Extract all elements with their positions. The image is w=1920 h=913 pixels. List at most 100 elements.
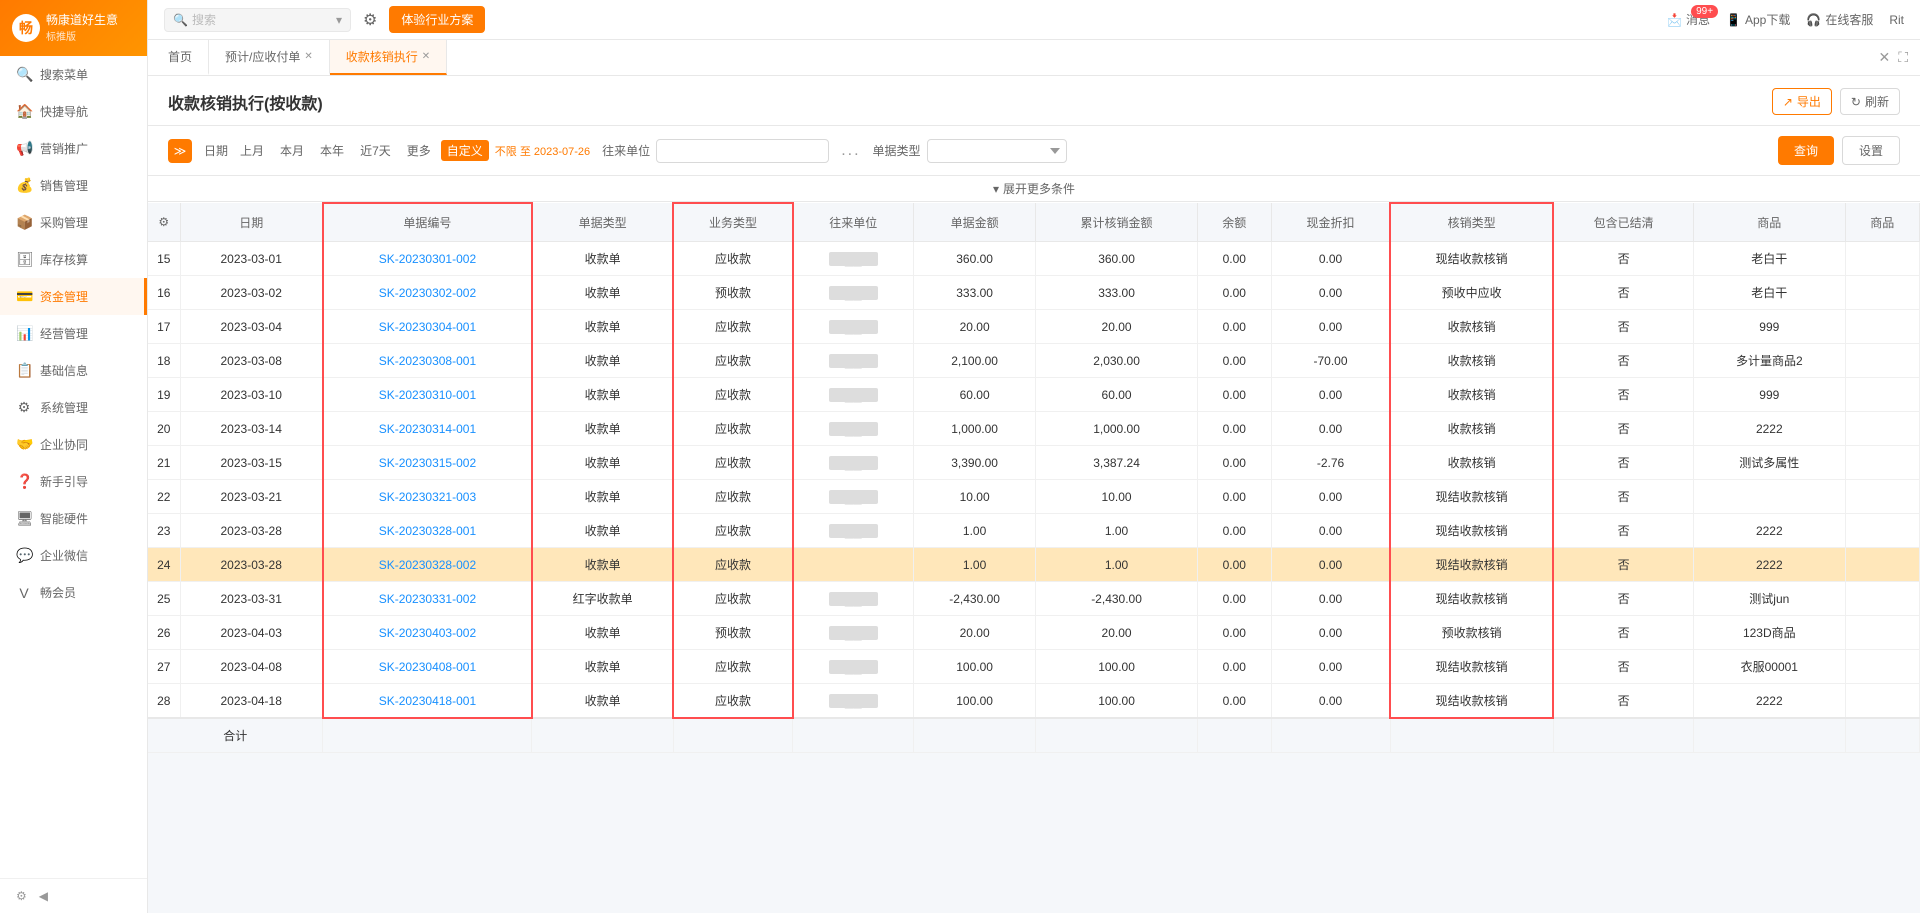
maximize-icon[interactable]: ⛶ bbox=[1898, 49, 1908, 66]
cell-product2 bbox=[1845, 276, 1919, 310]
custom-date-btn[interactable]: 自定义 bbox=[441, 140, 489, 161]
collapse-icon[interactable]: ◀ bbox=[39, 889, 48, 903]
sidebar-item-guide[interactable]: ❓新手引导 bbox=[0, 463, 147, 500]
industry-solution-button[interactable]: 体验行业方案 bbox=[389, 6, 485, 33]
cell-biz-type: 应收款 bbox=[673, 684, 793, 719]
bill-type-filter-group: 单据类型 bbox=[873, 139, 1067, 163]
sidebar-item-purchase[interactable]: 📦采购管理 bbox=[0, 204, 147, 241]
bill-no-link[interactable]: SK-20230331-002 bbox=[379, 592, 476, 606]
cell-biz-type: 应收款 bbox=[673, 650, 793, 684]
bill-type-select[interactable] bbox=[927, 139, 1067, 163]
main-content: 🔍 ▾ ⚙ 体验行业方案 📩 消息 99+ 📱 App下载 🎧 在线客服 Rit… bbox=[148, 0, 1920, 913]
bill-no-link[interactable]: SK-20230315-002 bbox=[379, 456, 476, 470]
partner-input[interactable] bbox=[656, 139, 829, 163]
footer-biz-type bbox=[673, 718, 793, 753]
col-header-verify-amount: 累计核销金额 bbox=[1036, 203, 1197, 242]
search-input[interactable] bbox=[192, 13, 332, 27]
cell-product2 bbox=[1845, 378, 1919, 412]
last-7days-btn[interactable]: 近7天 bbox=[354, 140, 397, 161]
sidebar-item-system[interactable]: ⚙系统管理 bbox=[0, 389, 147, 426]
setting-button[interactable]: 设置 bbox=[1842, 136, 1900, 165]
bill-no-link[interactable]: SK-20230408-001 bbox=[379, 660, 476, 674]
footer-bill-type bbox=[532, 718, 673, 753]
bill-no-link[interactable]: SK-20230302-002 bbox=[379, 286, 476, 300]
cell-partner: ██ bbox=[793, 650, 913, 684]
cell-partner: ██ bbox=[793, 582, 913, 616]
cell-date: 2023-03-14 bbox=[180, 412, 323, 446]
cell-biz-type: 应收款 bbox=[673, 378, 793, 412]
filter-toggle-button[interactable]: ≫ bbox=[168, 139, 192, 163]
cell-cash-discount: -70.00 bbox=[1271, 344, 1390, 378]
logo-icon: 畅 bbox=[12, 14, 40, 42]
sidebar-item-wechat[interactable]: 💬企业微信 bbox=[0, 537, 147, 574]
close-tab-icon[interactable]: ✕ bbox=[1878, 49, 1890, 66]
sidebar-item-hardware[interactable]: 🖥智能硬件 bbox=[0, 500, 147, 537]
cell-partner: ██ bbox=[793, 310, 913, 344]
filter-bar: ≫ 日期 上月 本月 本年 近7天 更多 自定义 不限 至 2023-07-26… bbox=[148, 126, 1920, 176]
table-row: 28 2023-04-18 SK-20230418-001 收款单 应收款 ██… bbox=[148, 684, 1920, 719]
cell-verify-amount: 10.00 bbox=[1036, 480, 1197, 514]
bill-no-link[interactable]: SK-20230328-002 bbox=[379, 558, 476, 572]
col-header-settings[interactable]: ⚙ bbox=[148, 203, 180, 242]
tab-verify[interactable]: 收款核销执行 ✕ bbox=[330, 40, 447, 75]
bill-no-link[interactable]: SK-20230304-001 bbox=[379, 320, 476, 334]
gear-icon[interactable]: ⚙ bbox=[363, 10, 377, 30]
dropdown-icon[interactable]: ▾ bbox=[336, 13, 342, 27]
tab-home[interactable]: 首页 bbox=[148, 40, 209, 75]
sidebar-item-cooperation[interactable]: 🤝企业协同 bbox=[0, 426, 147, 463]
bill-no-link[interactable]: SK-20230308-001 bbox=[379, 354, 476, 368]
sidebar-item-marketing[interactable]: 📢营销推广 bbox=[0, 130, 147, 167]
sidebar-item-search[interactable]: 🔍搜索菜单 bbox=[0, 56, 147, 93]
more-date-btn[interactable]: 更多 bbox=[401, 140, 437, 161]
tab-close-verify[interactable]: ✕ bbox=[422, 51, 430, 62]
tab-receivable[interactable]: 预计/应收付单 ✕ bbox=[209, 40, 330, 75]
sidebar-item-inventory[interactable]: 🗄库存核算 bbox=[0, 241, 147, 278]
cell-balance: 0.00 bbox=[1197, 480, 1271, 514]
inventory-icon: 🗄 bbox=[16, 251, 32, 268]
sidebar-item-finance[interactable]: 💳资金管理 bbox=[0, 278, 147, 315]
cell-verify-type: 现结收款核销 bbox=[1390, 548, 1553, 582]
this-month-btn[interactable]: 本月 bbox=[274, 140, 310, 161]
bill-no-link[interactable]: SK-20230310-001 bbox=[379, 388, 476, 402]
cell-date: 2023-04-08 bbox=[180, 650, 323, 684]
cell-no: 17 bbox=[148, 310, 180, 344]
refresh-icon: ↻ bbox=[1851, 95, 1861, 109]
col-header-bill-no: 单据编号 bbox=[323, 203, 532, 242]
cell-partner: ██ bbox=[793, 412, 913, 446]
this-year-btn[interactable]: 本年 bbox=[314, 140, 350, 161]
message-button[interactable]: 📩 消息 99+ bbox=[1667, 11, 1710, 28]
footer-bill-no bbox=[323, 718, 532, 753]
cell-biz-type: 应收款 bbox=[673, 514, 793, 548]
user-account[interactable]: Rit bbox=[1889, 13, 1904, 27]
tab-close-receivable[interactable]: ✕ bbox=[304, 51, 312, 62]
sidebar-item-vip[interactable]: V畅会员 bbox=[0, 574, 147, 611]
bill-no-link[interactable]: SK-20230321-003 bbox=[379, 490, 476, 504]
sidebar-item-basic[interactable]: 📋基础信息 bbox=[0, 352, 147, 389]
bill-no-link[interactable]: SK-20230314-001 bbox=[379, 422, 476, 436]
cell-bill-amount: 10.00 bbox=[913, 480, 1036, 514]
bill-no-link[interactable]: SK-20230328-001 bbox=[379, 524, 476, 538]
cell-cash-discount: 0.00 bbox=[1271, 650, 1390, 684]
cell-no: 24 bbox=[148, 548, 180, 582]
bill-no-link[interactable]: SK-20230301-002 bbox=[379, 252, 476, 266]
cell-verify-type: 预收款核销 bbox=[1390, 616, 1553, 650]
cell-biz-type: 预收款 bbox=[673, 276, 793, 310]
cell-bill-no: SK-20230418-001 bbox=[323, 684, 532, 719]
app-download-button[interactable]: 📱 App下载 bbox=[1726, 11, 1790, 28]
sidebar-item-operation[interactable]: 📊经营管理 bbox=[0, 315, 147, 352]
last-month-btn[interactable]: 上月 bbox=[234, 140, 270, 161]
online-service-button[interactable]: 🎧 在线客服 bbox=[1806, 11, 1873, 28]
refresh-button[interactable]: ↻ 刷新 bbox=[1840, 88, 1900, 115]
bill-no-link[interactable]: SK-20230403-002 bbox=[379, 626, 476, 640]
bill-no-link[interactable]: SK-20230418-001 bbox=[379, 694, 476, 708]
topbar: 🔍 ▾ ⚙ 体验行业方案 📩 消息 99+ 📱 App下载 🎧 在线客服 Rit bbox=[148, 0, 1920, 40]
page-content: 收款核销执行(按收款) ↗ 导出 ↻ 刷新 ≫ 日期 上月 本月 本 bbox=[148, 76, 1920, 913]
expand-conditions-button[interactable]: ▾ 展开更多条件 bbox=[993, 180, 1075, 197]
query-button[interactable]: 查询 bbox=[1778, 136, 1834, 165]
settings-icon[interactable]: ⚙ bbox=[16, 889, 27, 903]
sidebar-item-sales[interactable]: 💰销售管理 bbox=[0, 167, 147, 204]
vip-label: 畅会员 bbox=[40, 584, 76, 601]
export-button[interactable]: ↗ 导出 bbox=[1772, 88, 1832, 115]
col-header-product2: 商品 bbox=[1845, 203, 1919, 242]
sidebar-item-quick-nav[interactable]: 🏠快捷导航 bbox=[0, 93, 147, 130]
